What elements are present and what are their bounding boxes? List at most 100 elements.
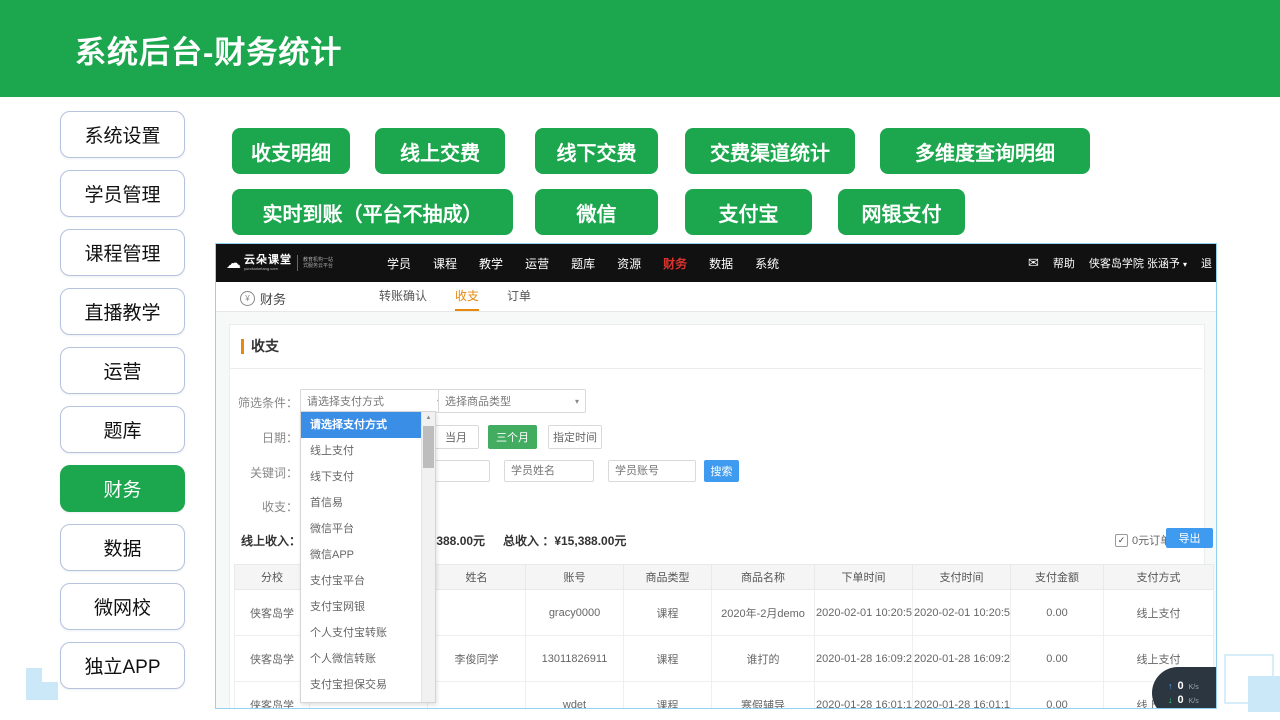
feature-button[interactable]: 线上交费 [375, 128, 505, 174]
subnav-tab[interactable]: 订单 [507, 282, 531, 311]
feature-button[interactable]: 线下交费 [535, 128, 658, 174]
decoration-square [42, 668, 58, 682]
app-navbar: ☁ 云朵课堂 yunduoketang.com 教育机构一站 式服务云平台 学员… [216, 244, 1216, 282]
sidebar-item[interactable]: 财务 [60, 465, 185, 512]
page-title: 系统后台-财务统计 [75, 27, 342, 72]
feature-button[interactable]: 支付宝 [685, 189, 812, 235]
feature-button[interactable]: 多维度查询明细 [880, 128, 1090, 174]
table-cell: 2020-02-01 10:20:56 [913, 590, 1011, 636]
admin-screenshot-panel: ☁ 云朵课堂 yunduoketang.com 教育机构一站 式服务云平台 学员… [215, 243, 1217, 709]
sidebar-item[interactable]: 学员管理 [60, 170, 185, 217]
sub-navbar: ¥ 财务 转账确认 收支 订单 [216, 282, 1216, 312]
sidebar-item[interactable]: 数据 [60, 524, 185, 571]
logo-text: 云朵课堂 [244, 255, 292, 266]
student-account-input[interactable] [608, 460, 696, 482]
navbar-menu-item[interactable]: 数据 [709, 255, 733, 272]
table-cell: 0.00 [1011, 636, 1104, 682]
account-menu[interactable]: 侠客岛学院 张涵予 ▾ [1089, 255, 1187, 271]
table-header-cell: 账号 [526, 565, 624, 590]
table-cell: 线上支付 [1104, 590, 1214, 636]
sidebar-item[interactable]: 微网校 [60, 583, 185, 630]
page: { "icons": { "cloud": "☁", "mail": "✉", … [0, 0, 1280, 720]
navbar-menu-item[interactable]: 资源 [617, 255, 641, 272]
logo-separator [297, 255, 298, 271]
upload-arrow-icon: ↑ [1168, 681, 1173, 691]
table-cell: 课程 [624, 590, 712, 636]
sidebar-item[interactable]: 独立APP [60, 642, 185, 689]
dropdown-option[interactable]: 首信易 [301, 490, 435, 516]
dropdown-option[interactable]: 线上支付 [301, 438, 435, 464]
navbar-menu-item[interactable]: 财务 [663, 255, 687, 272]
payment-method-select[interactable]: 请选择支付方式 ▾ [300, 389, 448, 413]
search-button[interactable]: 搜索 [704, 460, 739, 482]
table-cell: 侠客岛学 [235, 636, 310, 682]
sidebar-item-label: 运营 [103, 357, 141, 384]
subnav-tab[interactable]: 收支 [455, 282, 479, 311]
zero-order-checkbox[interactable]: ✓ [1115, 534, 1128, 547]
sidebar: 系统设置 学员管理 课程管理 直播教学 运营 题库 财务 数据 微网校 [60, 111, 185, 689]
dropdown-option[interactable]: 支付宝平台 [301, 568, 435, 594]
upload-speed: 0 [1178, 680, 1184, 692]
navbar-menu-item[interactable]: 学员 [387, 255, 411, 272]
table-cell: 谁打的 [712, 636, 815, 682]
mail-icon[interactable]: ✉ [1028, 255, 1039, 271]
navbar-menu-item[interactable]: 教学 [479, 255, 503, 272]
dropdown-option[interactable]: 微信APP [301, 542, 435, 568]
navbar-menu-item[interactable]: 系统 [755, 255, 779, 272]
table-cell: wdet [526, 682, 624, 710]
navbar-menu-item[interactable]: 课程 [433, 255, 457, 272]
dropdown-option[interactable]: 微信平台 [301, 516, 435, 542]
table-cell: 课程 [624, 636, 712, 682]
help-link[interactable]: 帮助 [1053, 255, 1075, 271]
date-range-button[interactable]: 指定时间 [548, 425, 602, 449]
student-name-input[interactable] [504, 460, 594, 482]
payment-method-dropdown: 请选择支付方式 线上支付 线下支付 首信易 微信平台 微信APP 支付宝平台 支… [300, 411, 436, 703]
export-button[interactable]: 导出 [1166, 528, 1213, 548]
feature-button-label: 网银支付 [862, 198, 942, 227]
product-type-select-value: 选择商品类型 [445, 393, 511, 409]
sidebar-item[interactable]: 直播教学 [60, 288, 185, 335]
navbar-menu-item[interactable]: 题库 [571, 255, 595, 272]
dropdown-option[interactable]: 支付宝网银 [301, 594, 435, 620]
account-name: 侠客岛学院 张涵予 [1089, 258, 1180, 270]
decoration-square [1248, 676, 1280, 712]
feature-button[interactable]: 微信 [535, 189, 658, 235]
sidebar-item[interactable]: 系统设置 [60, 111, 185, 158]
navbar-menu-item[interactable]: 运营 [525, 255, 549, 272]
dropdown-option[interactable]: 支付宝担保交易 [301, 672, 435, 698]
scrollbar-thumb[interactable] [423, 426, 434, 468]
table-cell: 0.00 [1011, 590, 1104, 636]
logo-domain: yunduoketang.com [244, 267, 292, 271]
feature-button[interactable]: 收支明细 [232, 128, 350, 174]
logout-link[interactable]: 退 [1201, 255, 1212, 271]
feature-button[interactable]: 网银支付 [838, 189, 965, 235]
table-cell: 2020-02-01 10:20:56 [815, 590, 913, 636]
payment-method-select-value: 请选择支付方式 [307, 393, 384, 409]
online-income-value: ,388.00元 [433, 532, 485, 549]
dropdown-option[interactable]: 个人微信转账 [301, 646, 435, 672]
subnav-tab[interactable]: 转账确认 [379, 282, 427, 311]
download-arrow-icon: ↓ [1168, 695, 1173, 705]
table-cell [428, 590, 526, 636]
feature-button-label: 支付宝 [719, 198, 779, 227]
table-header-cell: 商品类型 [624, 565, 712, 590]
navbar-menu: 学员 课程 教学 运营 题库 资源 财务 数据 系统 [387, 255, 779, 272]
dropdown-scrollbar[interactable]: ▲ [421, 412, 435, 702]
date-range-button[interactable]: 三个月 [488, 425, 537, 449]
dropdown-option[interactable]: 请选择支付方式 [301, 412, 435, 438]
table-header-cell: 下单时间 [815, 565, 913, 590]
sidebar-item-label: 直播教学 [84, 298, 160, 325]
dropdown-option[interactable]: 个人支付宝转账 [301, 620, 435, 646]
scroll-up-icon[interactable]: ▲ [422, 412, 435, 425]
sidebar-item[interactable]: 题库 [60, 406, 185, 453]
dropdown-option[interactable]: 线下支付 [301, 464, 435, 490]
sidebar-item[interactable]: 运营 [60, 347, 185, 394]
date-range-button[interactable]: 当月 [433, 425, 479, 449]
feature-button[interactable]: 实时到账（平台不抽成） [232, 189, 513, 235]
sidebar-item[interactable]: 课程管理 [60, 229, 185, 276]
app-logo[interactable]: ☁ 云朵课堂 yunduoketang.com 教育机构一站 式服务云平台 [226, 254, 333, 272]
product-type-select[interactable]: 选择商品类型 ▾ [438, 389, 586, 413]
feature-button[interactable]: 交费渠道统计 [685, 128, 855, 174]
caret-down-icon: ▾ [1183, 260, 1187, 269]
feature-button-label: 微信 [577, 198, 617, 227]
